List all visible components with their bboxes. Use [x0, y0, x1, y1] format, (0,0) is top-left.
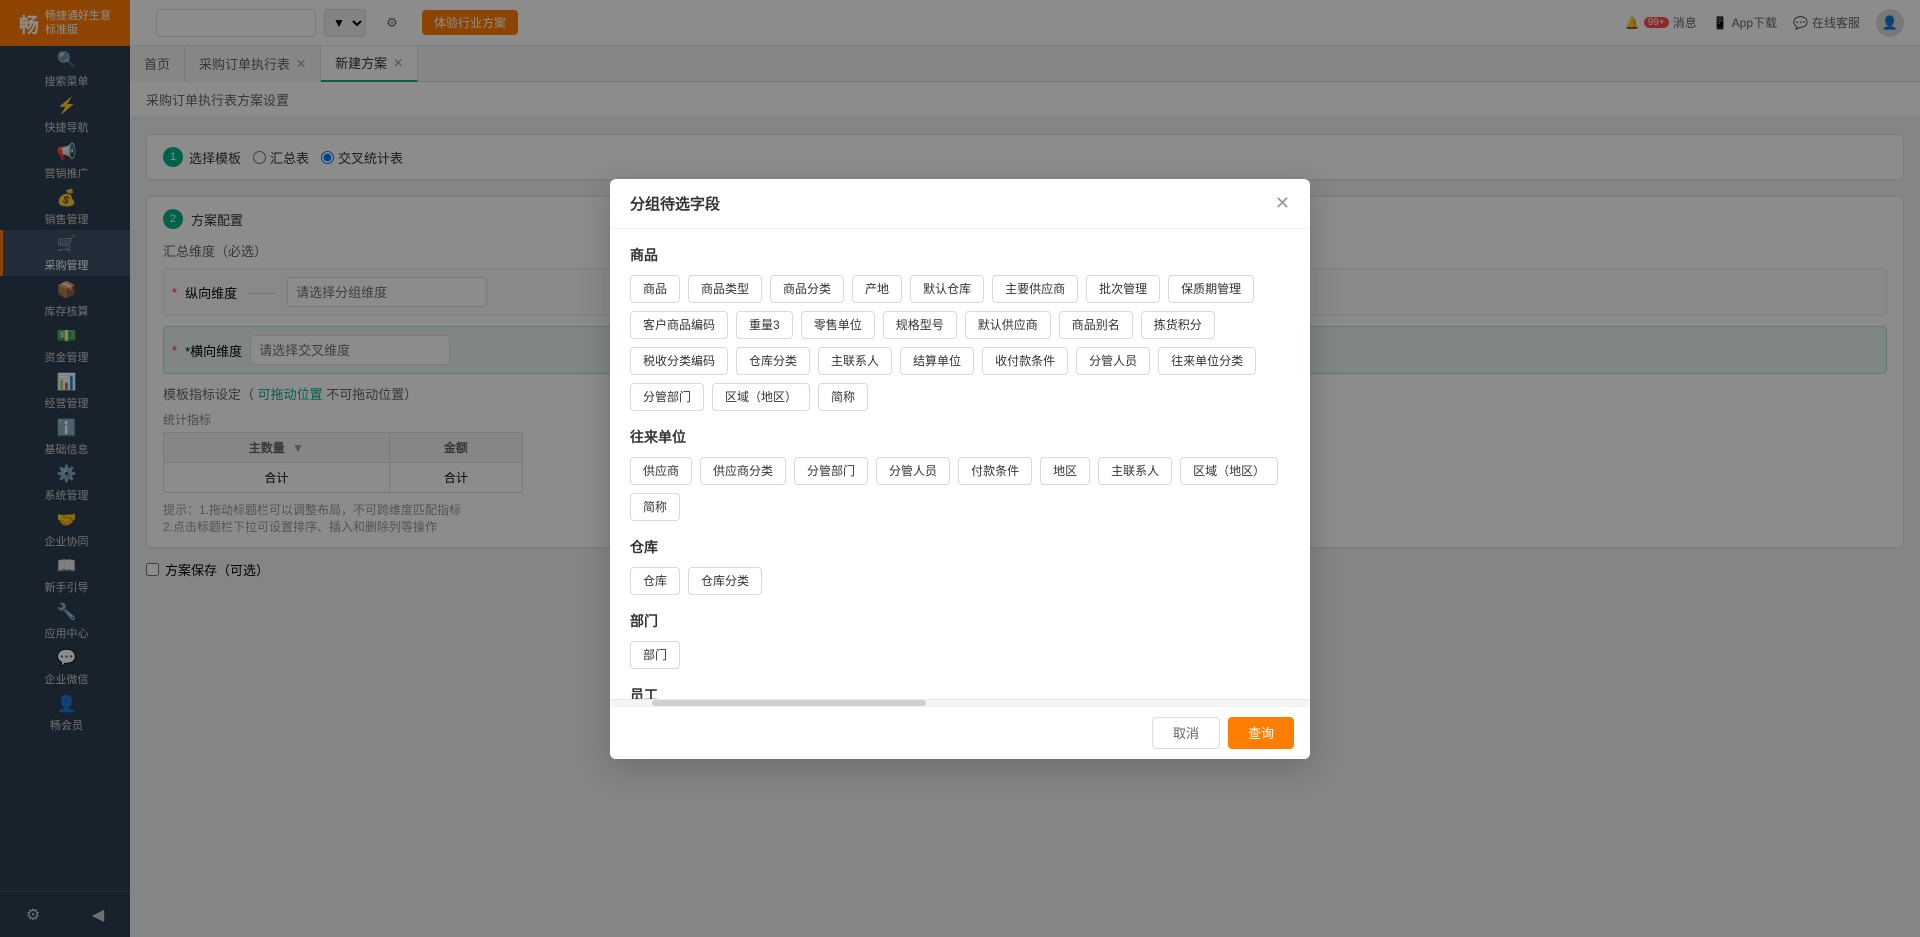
- field-section-partner: 往来单位 供应商供应商分类分管部门分管人员付款条件地区主联系人区域（地区） 简称: [630, 427, 1290, 521]
- field-tags-warehouse: 仓库仓库分类: [630, 567, 1290, 595]
- field-tag[interactable]: 区域（地区）: [712, 383, 810, 411]
- section-title-warehouse: 仓库: [630, 537, 1290, 557]
- modal-horizontal-scrollbar[interactable]: [652, 700, 926, 706]
- field-tag[interactable]: 零售单位: [801, 311, 875, 339]
- field-tag[interactable]: 规格型号: [883, 311, 957, 339]
- section-title-partner: 往来单位: [630, 427, 1290, 447]
- field-tag[interactable]: 简称: [630, 493, 680, 521]
- field-section-warehouse: 仓库 仓库仓库分类: [630, 537, 1290, 595]
- modal-overlay: 分组待选字段 ✕ 商品 商品商品类型商品分类产地默认仓库主要供应商批次管理保质期…: [0, 0, 1920, 937]
- modal-title: 分组待选字段: [630, 193, 720, 214]
- field-tag[interactable]: 分管人员: [1076, 347, 1150, 375]
- field-tag[interactable]: 保质期管理: [1168, 275, 1254, 303]
- field-tag[interactable]: 往来单位分类: [1158, 347, 1256, 375]
- field-tag[interactable]: 默认仓库: [910, 275, 984, 303]
- field-tag[interactable]: 分管部门: [630, 383, 704, 411]
- field-tag[interactable]: 地区: [1040, 457, 1090, 485]
- field-tag[interactable]: 仓库分类: [688, 567, 762, 595]
- field-tag[interactable]: 拣货积分: [1141, 311, 1215, 339]
- field-tag[interactable]: 区域（地区）: [1180, 457, 1278, 485]
- section-title-product: 商品: [630, 245, 1290, 265]
- field-tag[interactable]: 分管部门: [794, 457, 868, 485]
- field-tag[interactable]: 付款条件: [958, 457, 1032, 485]
- field-tags-partner: 供应商供应商分类分管部门分管人员付款条件地区主联系人区域（地区） 简称: [630, 457, 1290, 521]
- field-tag[interactable]: 产地: [852, 275, 902, 303]
- field-tag[interactable]: 部门: [630, 641, 680, 669]
- field-tags-product: 商品商品类型商品分类产地默认仓库主要供应商批次管理保质期管理客户商品编码重量3 零…: [630, 275, 1290, 411]
- field-tags-dept: 部门: [630, 641, 1290, 669]
- field-tag[interactable]: 商品: [630, 275, 680, 303]
- field-tag[interactable]: 分管人员: [876, 457, 950, 485]
- field-tag[interactable]: 收付款条件: [982, 347, 1068, 375]
- modal-header: 分组待选字段 ✕: [610, 179, 1310, 229]
- field-tag[interactable]: 税收分类编码: [630, 347, 728, 375]
- field-tag[interactable]: 仓库分类: [736, 347, 810, 375]
- modal-footer: 取消 查询: [610, 706, 1310, 759]
- field-tag[interactable]: 重量3: [736, 311, 793, 339]
- modal-body: 商品 商品商品类型商品分类产地默认仓库主要供应商批次管理保质期管理客户商品编码重…: [610, 229, 1310, 699]
- modal: 分组待选字段 ✕ 商品 商品商品类型商品分类产地默认仓库主要供应商批次管理保质期…: [610, 179, 1310, 759]
- modal-scrollbar-area: [610, 699, 1310, 706]
- field-tag[interactable]: 商品类型: [688, 275, 762, 303]
- modal-close-button[interactable]: ✕: [1275, 193, 1290, 214]
- field-tag[interactable]: 主联系人: [1098, 457, 1172, 485]
- field-tag[interactable]: 结算单位: [900, 347, 974, 375]
- section-title-staff: 员工: [630, 685, 1290, 699]
- field-tag[interactable]: 简称: [818, 383, 868, 411]
- field-tag[interactable]: 商品别名: [1059, 311, 1133, 339]
- modal-cancel-button[interactable]: 取消: [1152, 717, 1220, 749]
- field-tag[interactable]: 客户商品编码: [630, 311, 728, 339]
- field-tag[interactable]: 默认供应商: [965, 311, 1051, 339]
- field-tag[interactable]: 批次管理: [1086, 275, 1160, 303]
- field-tag[interactable]: 商品分类: [770, 275, 844, 303]
- field-tag[interactable]: 主联系人: [818, 347, 892, 375]
- field-tag[interactable]: 供应商: [630, 457, 692, 485]
- section-title-dept: 部门: [630, 611, 1290, 631]
- field-tag[interactable]: 仓库: [630, 567, 680, 595]
- field-tag[interactable]: 供应商分类: [700, 457, 786, 485]
- field-section-dept: 部门 部门: [630, 611, 1290, 669]
- field-section-product: 商品 商品商品类型商品分类产地默认仓库主要供应商批次管理保质期管理客户商品编码重…: [630, 245, 1290, 411]
- field-section-staff: 员工 业务员: [630, 685, 1290, 699]
- field-tag[interactable]: 主要供应商: [992, 275, 1078, 303]
- modal-confirm-button[interactable]: 查询: [1228, 717, 1294, 749]
